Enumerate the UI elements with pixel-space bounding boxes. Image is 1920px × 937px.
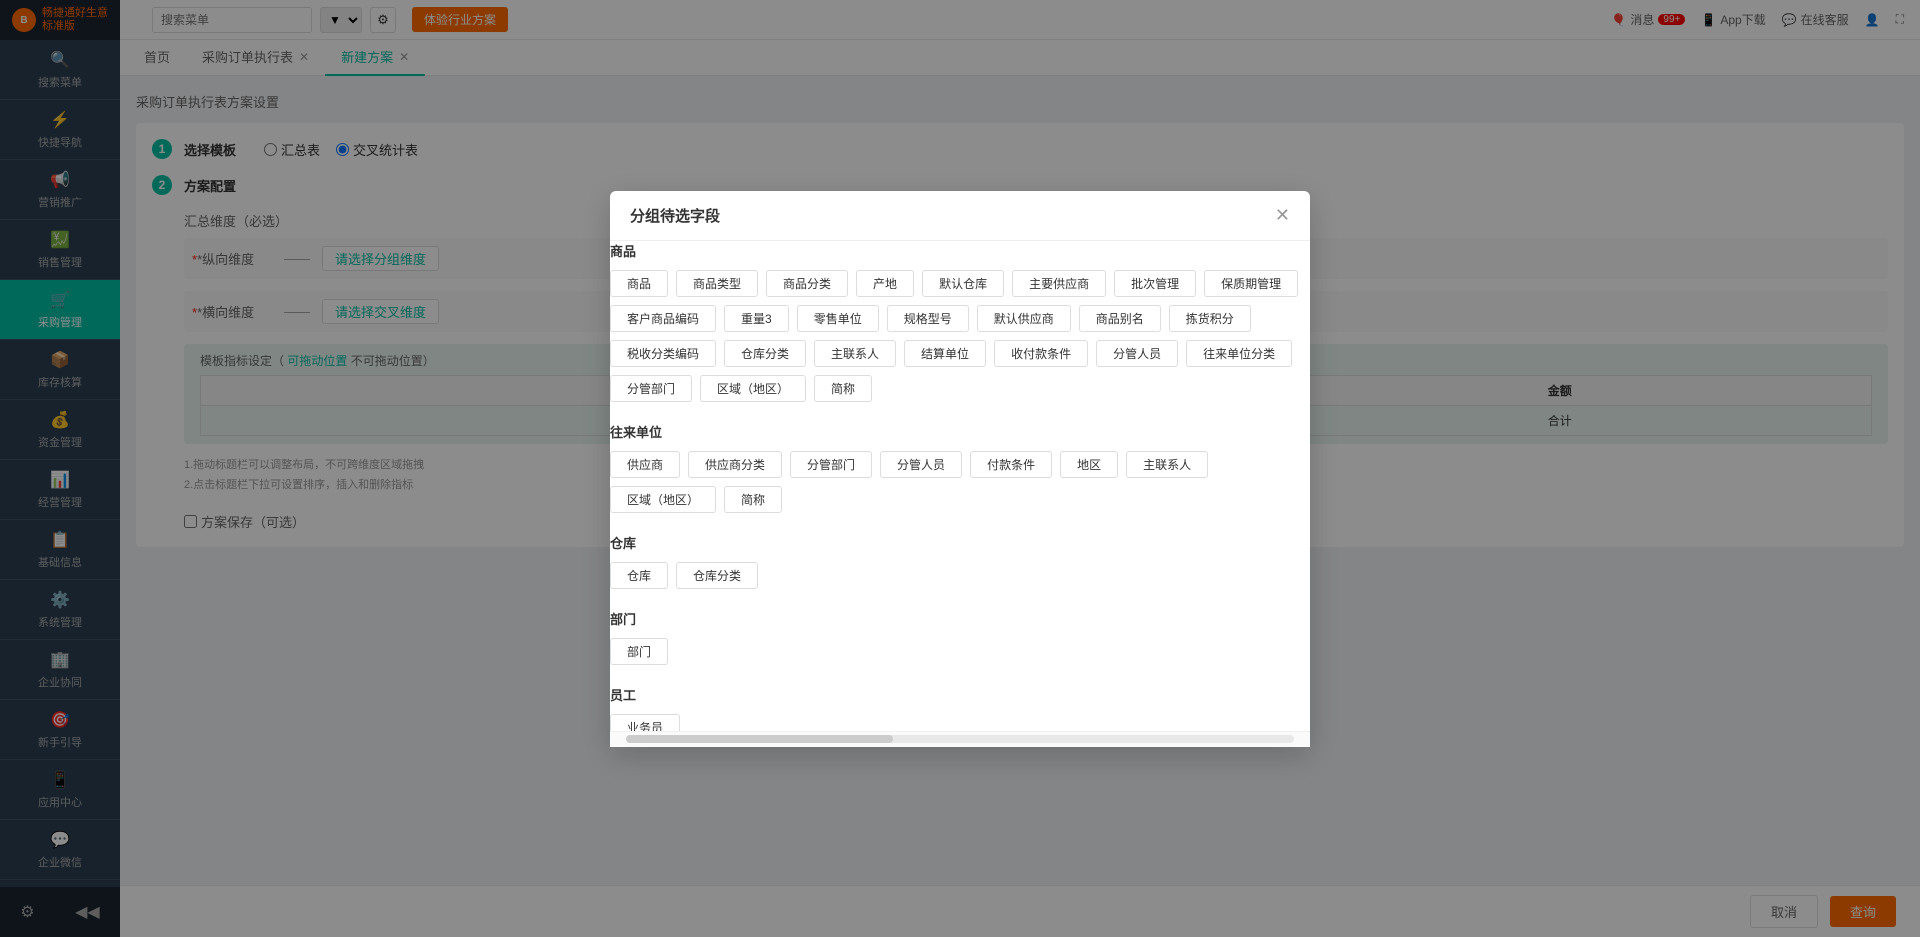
field-tag[interactable]: 分管人员: [1096, 340, 1178, 367]
field-tag[interactable]: 区域（地区）: [610, 486, 716, 513]
field-tags-employee: 业务员: [610, 714, 1310, 731]
field-tags-counterpart: 供应商供应商分类分管部门分管人员付款条件地区主联系人区域（地区） 简称: [610, 451, 1310, 513]
field-tags-warehouse: 仓库仓库分类: [610, 562, 1310, 589]
field-tag[interactable]: 业务员: [610, 714, 680, 731]
field-tag[interactable]: 商品类型: [676, 270, 758, 297]
field-tag[interactable]: 重量3: [724, 305, 789, 332]
modal-scroll-bar[interactable]: [610, 731, 1310, 747]
field-tag[interactable]: 分管人员: [880, 451, 962, 478]
field-select-modal: 分组待选字段 ✕ 商品商品商品类型商品分类产地默认仓库主要供应商批次管理保质期管…: [610, 191, 1310, 747]
field-tag[interactable]: 供应商: [610, 451, 680, 478]
modal-body: 商品商品商品类型商品分类产地默认仓库主要供应商批次管理保质期管理客户商品编码重量…: [610, 241, 1310, 731]
field-tag[interactable]: 规格型号: [887, 305, 969, 332]
field-section-title-counterpart: 往来单位: [610, 422, 1310, 441]
field-tag[interactable]: 地区: [1060, 451, 1118, 478]
field-tag[interactable]: 简称: [724, 486, 782, 513]
field-tag[interactable]: 默认供应商: [977, 305, 1071, 332]
field-tag[interactable]: 商品分类: [766, 270, 848, 297]
field-tag[interactable]: 产地: [856, 270, 914, 297]
field-tag[interactable]: 客户商品编码: [610, 305, 716, 332]
field-tag[interactable]: 区域（地区）: [700, 375, 806, 402]
field-tag[interactable]: 简称: [814, 375, 872, 402]
field-section-title-warehouse: 仓库: [610, 533, 1310, 552]
field-section-title-product: 商品: [610, 241, 1310, 260]
field-tag[interactable]: 零售单位: [797, 305, 879, 332]
field-tag[interactable]: 供应商分类: [688, 451, 782, 478]
field-tag[interactable]: 拣货积分: [1169, 305, 1251, 332]
modal-header: 分组待选字段 ✕: [610, 191, 1310, 241]
field-tag[interactable]: 主联系人: [1126, 451, 1208, 478]
scroll-thumb[interactable]: [626, 735, 893, 743]
field-section-employee: 员工业务员: [610, 685, 1310, 731]
field-tag[interactable]: 保质期管理: [1204, 270, 1298, 297]
field-tag[interactable]: 部门: [610, 638, 668, 665]
field-tag[interactable]: 分管部门: [790, 451, 872, 478]
field-section-title-employee: 员工: [610, 685, 1310, 704]
scroll-track: [626, 735, 1294, 743]
modal-close-button[interactable]: ✕: [1275, 205, 1290, 226]
field-tag[interactable]: 商品别名: [1079, 305, 1161, 332]
field-tag[interactable]: 仓库分类: [676, 562, 758, 589]
field-tag[interactable]: 往来单位分类: [1186, 340, 1292, 367]
modal-overlay: 分组待选字段 ✕ 商品商品商品类型商品分类产地默认仓库主要供应商批次管理保质期管…: [0, 0, 1920, 937]
field-section-department: 部门部门: [610, 609, 1310, 665]
field-tag[interactable]: 主联系人: [814, 340, 896, 367]
field-tags-department: 部门: [610, 638, 1310, 665]
field-tag[interactable]: 默认仓库: [922, 270, 1004, 297]
field-tag[interactable]: 批次管理: [1114, 270, 1196, 297]
field-tag[interactable]: 税收分类编码: [610, 340, 716, 367]
field-tag[interactable]: 仓库: [610, 562, 668, 589]
field-tag[interactable]: 主要供应商: [1012, 270, 1106, 297]
modal-title: 分组待选字段: [630, 205, 720, 226]
field-tag[interactable]: 结算单位: [904, 340, 986, 367]
field-section-product: 商品商品商品类型商品分类产地默认仓库主要供应商批次管理保质期管理客户商品编码重量…: [610, 241, 1310, 402]
field-tag[interactable]: 仓库分类: [724, 340, 806, 367]
field-tags-product: 商品商品类型商品分类产地默认仓库主要供应商批次管理保质期管理客户商品编码重量3 零…: [610, 270, 1310, 402]
field-tag[interactable]: 付款条件: [970, 451, 1052, 478]
field-section-counterpart: 往来单位供应商供应商分类分管部门分管人员付款条件地区主联系人区域（地区） 简称: [610, 422, 1310, 513]
field-tag[interactable]: 分管部门: [610, 375, 692, 402]
field-tag[interactable]: 商品: [610, 270, 668, 297]
field-tag[interactable]: 收付款条件: [994, 340, 1088, 367]
field-section-warehouse: 仓库仓库仓库分类: [610, 533, 1310, 589]
field-section-title-department: 部门: [610, 609, 1310, 628]
